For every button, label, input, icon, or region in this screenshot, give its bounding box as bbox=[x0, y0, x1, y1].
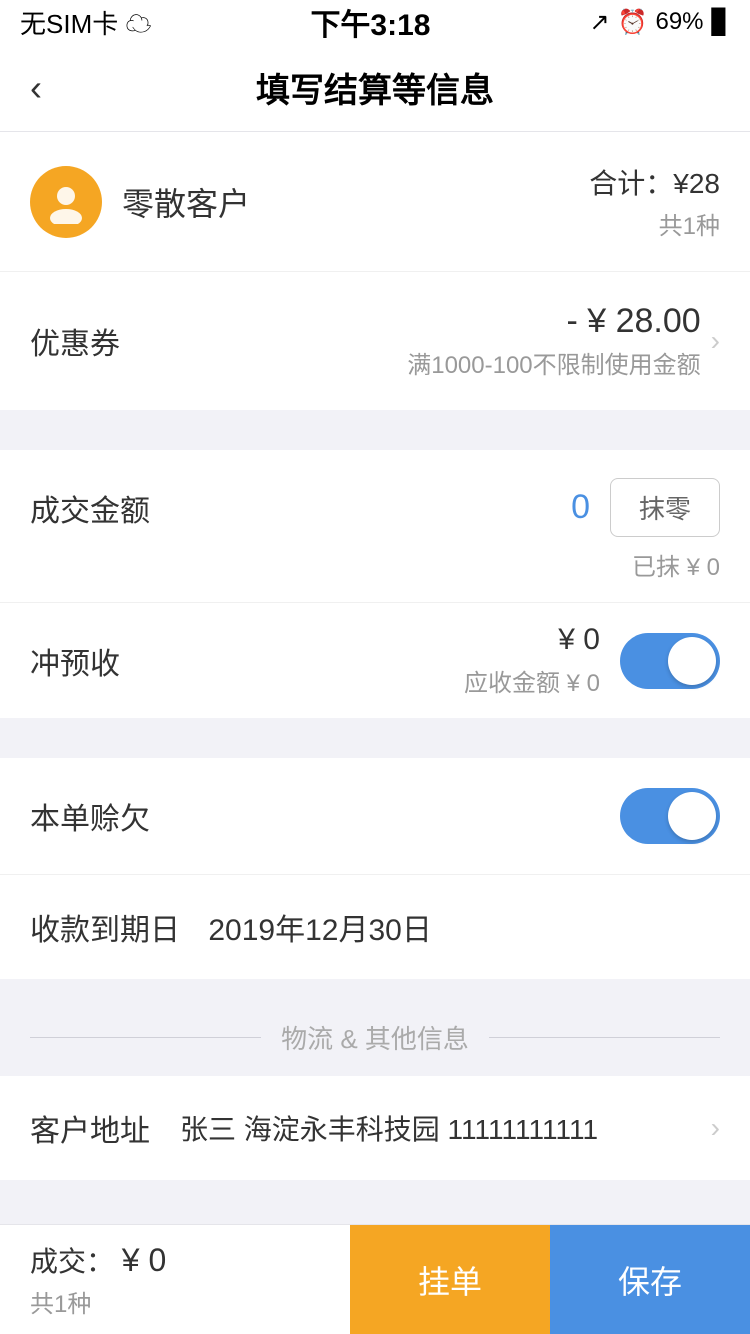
address-value: 张三 海淀永丰科技园 11111111111 bbox=[180, 1108, 701, 1148]
debt-toggle[interactable] bbox=[620, 788, 720, 844]
logistics-section: 物流 & 其他信息 客户地址 张三 海淀永丰科技园 11111111111 › bbox=[0, 999, 750, 1180]
customer-left: 零散客户 bbox=[30, 166, 250, 238]
save-button[interactable]: 保存 bbox=[550, 1225, 750, 1334]
prereceive-toggle[interactable] bbox=[620, 633, 720, 689]
total-count: 共1种 bbox=[589, 206, 720, 241]
back-button[interactable]: ‹ bbox=[30, 67, 42, 109]
amount-subtracted: 已抹 ¥ 0 bbox=[0, 547, 750, 602]
coupon-desc: 满1000-100不限制使用金额 bbox=[407, 345, 700, 380]
page-title: 填写结算等信息 bbox=[256, 63, 494, 112]
prereceive-label: 冲预收 bbox=[30, 639, 120, 683]
toggle-knob bbox=[668, 637, 716, 685]
address-label: 客户地址 bbox=[30, 1106, 170, 1150]
amount-label: 成交金额 bbox=[30, 486, 150, 530]
avatar bbox=[30, 166, 102, 238]
coupon-discount: - ¥ 28.00 bbox=[407, 302, 700, 341]
customer-name: 零散客户 bbox=[122, 179, 250, 225]
prereceive-sub: 应收金额 ¥ 0 bbox=[464, 663, 600, 698]
round-zero-button[interactable]: 抹零 bbox=[610, 478, 720, 537]
hold-button[interactable]: 挂单 bbox=[350, 1225, 550, 1334]
coupon-arrow-icon: › bbox=[711, 325, 720, 357]
coupon-info: - ¥ 28.00 满1000-100不限制使用金额 bbox=[407, 302, 700, 380]
duedate-row: 收款到期日 2019年12月30日 bbox=[0, 874, 750, 979]
duedate-label: 收款到期日 bbox=[30, 914, 180, 947]
address-row[interactable]: 客户地址 张三 海淀永丰科技园 11111111111 › bbox=[0, 1076, 750, 1180]
customer-summary: 合计：¥28 共1种 bbox=[589, 162, 720, 241]
signal-text: 无SIM卡 ☁ bbox=[20, 4, 151, 41]
duedate-value: 2019年12月30日 bbox=[208, 914, 431, 947]
coupon-row[interactable]: 优惠券 - ¥ 28.00 满1000-100不限制使用金额 › bbox=[0, 271, 750, 410]
customer-row: 零散客户 合计：¥28 共1种 bbox=[0, 132, 750, 271]
bottom-deal-amount: ¥ 0 bbox=[122, 1242, 166, 1278]
nav-bar: ‹ 填写结算等信息 bbox=[0, 44, 750, 132]
battery-text: 69% bbox=[655, 8, 703, 36]
avatar-icon bbox=[44, 180, 88, 224]
divider-1 bbox=[0, 430, 750, 450]
divider-2 bbox=[0, 738, 750, 758]
bottom-deal-row: 成交： ¥ 0 bbox=[30, 1240, 320, 1280]
amount-row: 成交金额 0 抹零 bbox=[0, 450, 750, 547]
bottom-count: 共1种 bbox=[30, 1284, 320, 1319]
status-left: 无SIM卡 ☁ bbox=[20, 4, 151, 41]
status-bar: 无SIM卡 ☁ 下午3:18 ↗ ⏰ 69% ▊ bbox=[0, 0, 750, 44]
debt-row: 本单赊欠 bbox=[0, 758, 750, 874]
status-time: 下午3:18 bbox=[310, 0, 430, 44]
main-content: 零散客户 合计：¥28 共1种 优惠券 - ¥ 28.00 满1000-100不… bbox=[0, 132, 750, 1300]
location-icon: ↗ bbox=[589, 8, 609, 37]
bottom-deal-label: 成交： bbox=[30, 1246, 114, 1277]
status-right: ↗ ⏰ 69% ▊ bbox=[589, 8, 730, 37]
amount-right: 0 抹零 bbox=[571, 478, 720, 537]
debt-card: 本单赊欠 收款到期日 2019年12月30日 bbox=[0, 758, 750, 979]
alarm-icon: ⏰ bbox=[618, 8, 648, 37]
transaction-card: 成交金额 0 抹零 已抹 ¥ 0 冲预收 ¥ 0 应收金额 ¥ 0 bbox=[0, 450, 750, 718]
debt-toggle-knob bbox=[668, 792, 716, 840]
prereceive-amount: ¥ 0 bbox=[558, 623, 600, 657]
debt-label: 本单赊欠 bbox=[30, 794, 150, 838]
bottom-summary: 成交： ¥ 0 共1种 bbox=[0, 1225, 350, 1334]
prereceive-info: ¥ 0 应收金额 ¥ 0 bbox=[464, 623, 600, 698]
customer-card: 零散客户 合计：¥28 共1种 优惠券 - ¥ 28.00 满1000-100不… bbox=[0, 132, 750, 410]
bottom-bar: 成交： ¥ 0 共1种 挂单 保存 bbox=[0, 1224, 750, 1334]
coupon-right: - ¥ 28.00 满1000-100不限制使用金额 › bbox=[407, 302, 720, 380]
battery-icon: ▊ bbox=[712, 8, 730, 37]
prereceive-row: 冲预收 ¥ 0 应收金额 ¥ 0 bbox=[0, 602, 750, 718]
total-amount: 合计：¥28 bbox=[589, 162, 720, 202]
address-arrow-icon: › bbox=[711, 1112, 720, 1144]
coupon-label: 优惠券 bbox=[30, 319, 120, 363]
amount-value: 0 bbox=[571, 488, 590, 527]
logistics-header: 物流 & 其他信息 bbox=[0, 999, 750, 1076]
